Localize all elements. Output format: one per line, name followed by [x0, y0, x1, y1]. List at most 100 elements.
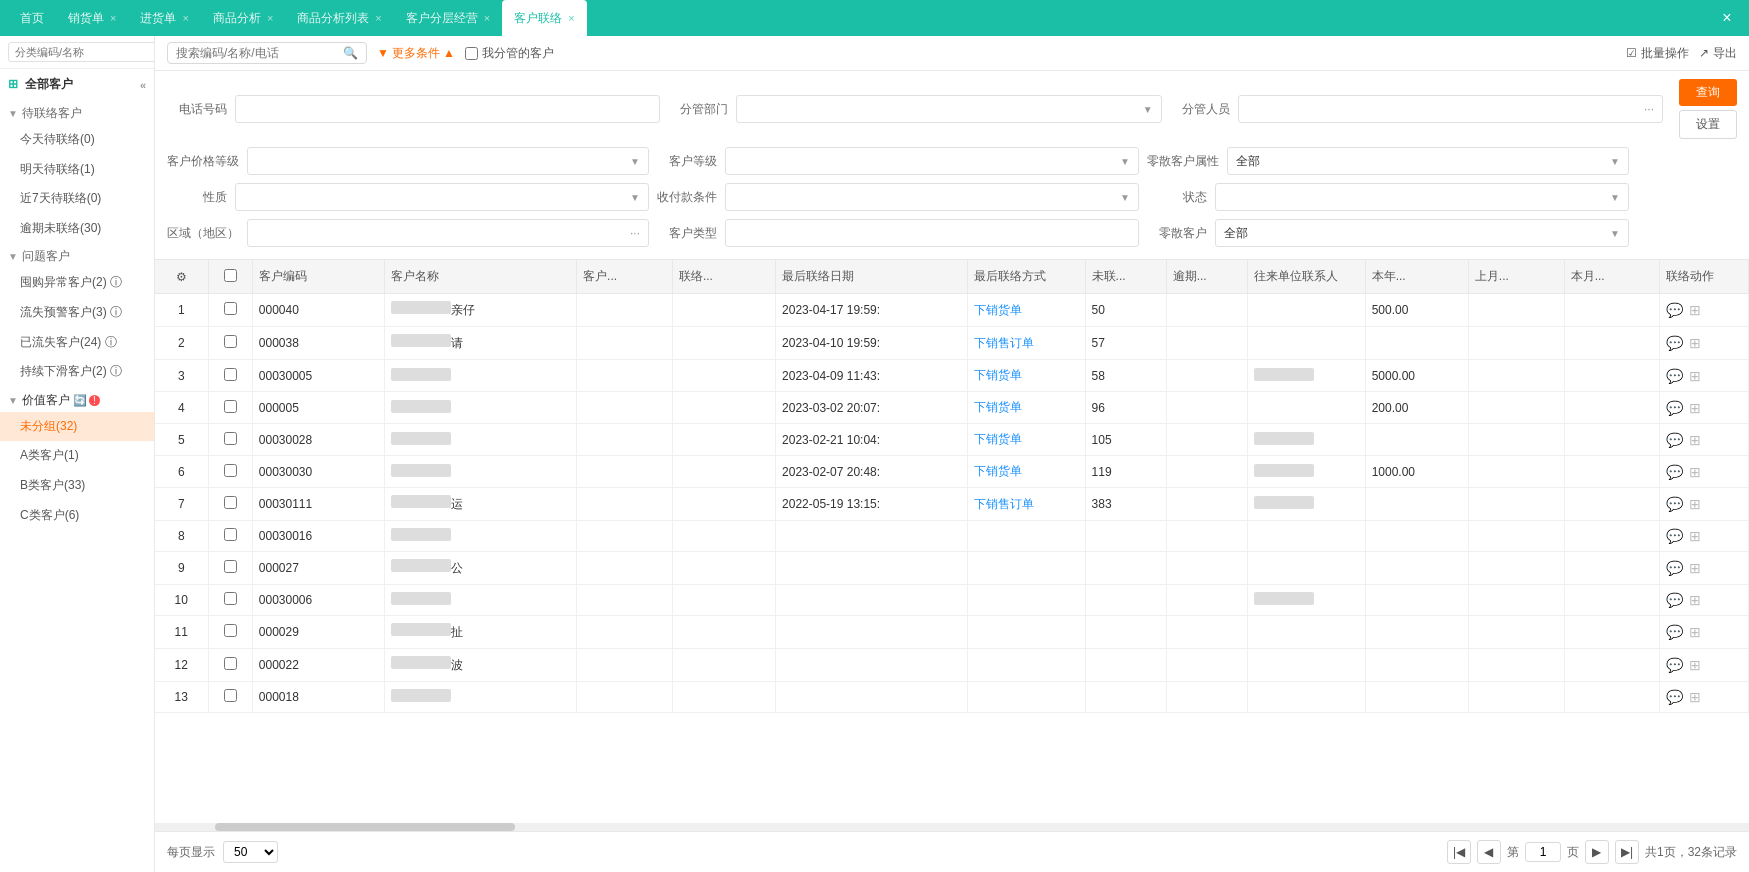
cell-check[interactable] [208, 682, 252, 713]
sidebar-group-pending[interactable]: ▼ 待联络客户 [0, 100, 154, 125]
query-button[interactable]: 查询 [1679, 79, 1737, 106]
contact-icon[interactable]: 💬 [1666, 657, 1683, 673]
filter-manager-select[interactable]: ··· [1238, 95, 1663, 123]
all-customers-header[interactable]: ⊞ 全部客户 « [0, 69, 154, 100]
th-settings[interactable]: ⚙ [155, 260, 208, 294]
filter-cust-type-input[interactable] [725, 219, 1139, 247]
next-page-button[interactable]: ▶ [1585, 840, 1609, 864]
cell-check[interactable] [208, 521, 252, 552]
current-page-input[interactable] [1525, 842, 1561, 862]
more-filter-button[interactable]: ▼ 更多条件 ▲ [377, 45, 455, 62]
first-page-button[interactable]: |◀ [1447, 840, 1471, 864]
more-icon[interactable]: ⊞ [1689, 464, 1701, 480]
row-checkbox[interactable] [224, 689, 237, 702]
sidebar-item-a-class[interactable]: A类客户(1) [0, 441, 154, 471]
nav-analysis-close[interactable]: × [267, 12, 273, 24]
row-checkbox[interactable] [224, 400, 237, 413]
row-checkbox[interactable] [224, 432, 237, 445]
nav-sales-close[interactable]: × [110, 12, 116, 24]
more-icon[interactable]: ⊞ [1689, 400, 1701, 416]
cell-check[interactable] [208, 456, 252, 488]
more-icon[interactable]: ⊞ [1689, 432, 1701, 448]
more-icon[interactable]: ⊞ [1689, 560, 1701, 576]
cell-check[interactable] [208, 360, 252, 392]
batch-ops-button[interactable]: ☑ 批量操作 [1626, 45, 1689, 62]
filter-retail-attr-select[interactable]: 全部 ▼ [1227, 147, 1629, 175]
settings-gear-icon[interactable]: ⚙ [176, 270, 187, 284]
nav-customer-tier[interactable]: 客户分层经营 × [394, 0, 502, 36]
last-page-button[interactable]: ▶| [1615, 840, 1639, 864]
reset-button[interactable]: 设置 [1679, 110, 1737, 139]
export-button[interactable]: ↗ 导出 [1699, 45, 1737, 62]
filter-search-input[interactable] [176, 46, 343, 60]
more-icon[interactable]: ⊞ [1689, 302, 1701, 318]
cell-check[interactable] [208, 585, 252, 616]
nav-customer-contact-close[interactable]: × [568, 12, 574, 24]
sidebar-search-input[interactable] [8, 42, 155, 62]
sidebar-group-problem[interactable]: ▼ 问题客户 [0, 243, 154, 268]
cell-lastway[interactable]: 下销货单 [967, 360, 1085, 392]
row-checkbox[interactable] [224, 657, 237, 670]
contact-icon[interactable]: 💬 [1666, 496, 1683, 512]
my-customer-checkbox[interactable] [465, 47, 478, 60]
sidebar-item-unclassified[interactable]: 未分组(32) [0, 412, 154, 442]
cell-check[interactable] [208, 294, 252, 327]
contact-icon[interactable]: 💬 [1666, 592, 1683, 608]
row-checkbox[interactable] [224, 592, 237, 605]
filter-retail-cust-select[interactable]: 全部 ▼ [1215, 219, 1629, 247]
nav-analysis-list[interactable]: 商品分析列表 × [285, 0, 393, 36]
filter-status-select[interactable]: ▼ [1215, 183, 1629, 211]
row-checkbox[interactable] [224, 368, 237, 381]
cell-check[interactable] [208, 616, 252, 649]
prev-page-button[interactable]: ◀ [1477, 840, 1501, 864]
nav-home[interactable]: 首页 [8, 0, 56, 36]
sidebar-item-declining[interactable]: 持续下滑客户(2) ⓘ [0, 357, 154, 387]
cell-check[interactable] [208, 488, 252, 521]
row-checkbox[interactable] [224, 624, 237, 637]
window-close-button[interactable]: × [1713, 4, 1741, 32]
nav-sales[interactable]: 销货单 × [56, 0, 128, 36]
row-checkbox[interactable] [224, 335, 237, 348]
sidebar-item-c-class[interactable]: C类客户(6) [0, 501, 154, 531]
row-checkbox[interactable] [224, 496, 237, 509]
region-dots-icon[interactable]: ··· [630, 226, 640, 240]
filter-price-level-select[interactable]: ▼ [247, 147, 649, 175]
select-all-checkbox[interactable] [224, 269, 237, 282]
nav-purchase-close[interactable]: × [182, 12, 188, 24]
contact-icon[interactable]: 💬 [1666, 335, 1683, 351]
cell-lastway[interactable]: 下销售订单 [967, 488, 1085, 521]
sidebar-item-overdue-contact[interactable]: 逾期未联络(30) [0, 214, 154, 244]
scrollbar-thumb[interactable] [215, 823, 515, 831]
filter-region-select[interactable]: ··· [247, 219, 649, 247]
more-icon[interactable]: ⊞ [1689, 592, 1701, 608]
filter-payment-select[interactable]: ▼ [725, 183, 1139, 211]
filter-search-box[interactable]: 🔍 [167, 42, 367, 64]
nav-customer-tier-close[interactable]: × [484, 12, 490, 24]
sidebar-item-b-class[interactable]: B类客户(33) [0, 471, 154, 501]
more-icon[interactable]: ⊞ [1689, 496, 1701, 512]
sidebar-item-7days[interactable]: 近7天待联络(0) [0, 184, 154, 214]
sidebar-item-churn[interactable]: 流失预警客户(3) ⓘ [0, 298, 154, 328]
sidebar-item-today[interactable]: 今天待联络(0) [0, 125, 154, 155]
sidebar-item-tomorrow[interactable]: 明天待联络(1) [0, 155, 154, 185]
filter-dept-select[interactable]: ▼ [736, 95, 1161, 123]
sidebar-collapse-btn[interactable]: « [140, 79, 146, 91]
row-checkbox[interactable] [224, 464, 237, 477]
cell-lastway[interactable]: 下销售订单 [967, 327, 1085, 360]
contact-icon[interactable]: 💬 [1666, 528, 1683, 544]
more-icon[interactable]: ⊞ [1689, 689, 1701, 705]
row-checkbox[interactable] [224, 302, 237, 315]
contact-icon[interactable]: 💬 [1666, 302, 1683, 318]
sidebar-item-abnormal[interactable]: 囤购异常客户(2) ⓘ [0, 268, 154, 298]
sidebar-group-value[interactable]: ▼ 价值客户 🔄 ! [0, 387, 154, 412]
cell-check[interactable] [208, 649, 252, 682]
sidebar-item-lost[interactable]: 已流失客户(24) ⓘ [0, 328, 154, 358]
more-icon[interactable]: ⊞ [1689, 624, 1701, 640]
row-checkbox[interactable] [224, 560, 237, 573]
cell-check[interactable] [208, 327, 252, 360]
filter-manager-dots-icon[interactable]: ··· [1644, 102, 1654, 116]
nav-customer-contact[interactable]: 客户联络 × [502, 0, 586, 36]
more-icon[interactable]: ⊞ [1689, 657, 1701, 673]
filter-nature-select[interactable]: ▼ [235, 183, 649, 211]
cell-lastway[interactable]: 下销货单 [967, 392, 1085, 424]
